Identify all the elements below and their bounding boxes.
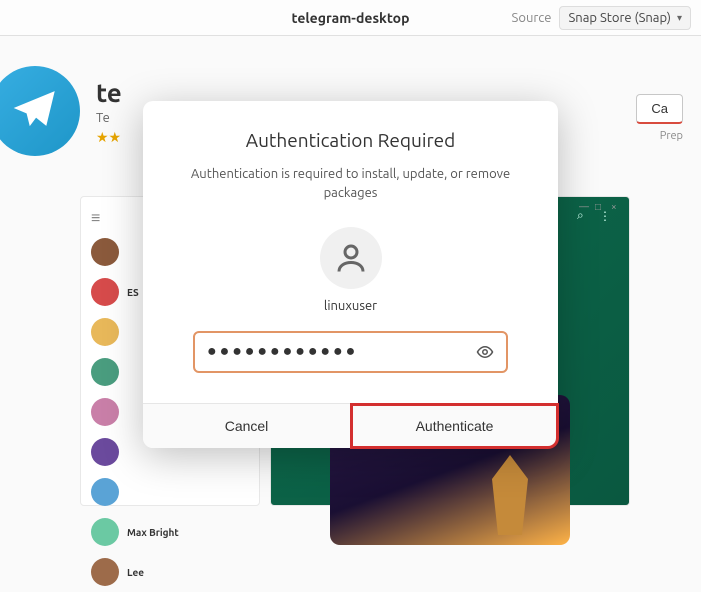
avatar	[91, 238, 119, 266]
user-icon	[333, 240, 369, 276]
avatar	[91, 438, 119, 466]
close-icon: ×	[611, 201, 621, 211]
source-dropdown[interactable]: Snap Store (Snap) ▾	[559, 6, 691, 30]
install-side-panel: Ca Prep	[636, 94, 683, 142]
topbar-right: Source Snap Store (Snap) ▾	[512, 6, 691, 30]
source-value: Snap Store (Snap)	[568, 11, 670, 25]
minimize-icon: —	[579, 201, 589, 211]
rating-stars: ★★	[96, 129, 122, 146]
show-password-icon[interactable]	[476, 343, 494, 361]
password-wrap: ●●●●●●●●●●●●	[143, 331, 558, 373]
cancel-button[interactable]: Cancel	[143, 404, 351, 448]
source-label: Source	[512, 11, 552, 25]
avatar	[91, 358, 119, 386]
auth-dialog: Authentication Required Authentication i…	[143, 101, 558, 448]
dialog-message: Authentication is required to install, u…	[143, 165, 558, 203]
avatar	[91, 318, 119, 346]
password-mask: ●●●●●●●●●●●●	[207, 343, 476, 361]
dialog-title: Authentication Required	[143, 129, 558, 151]
telegram-icon	[11, 87, 59, 135]
page-title: telegram-desktop	[292, 10, 410, 26]
password-input[interactable]: ●●●●●●●●●●●●	[193, 331, 508, 373]
avatar	[91, 558, 119, 586]
chat-name: Lee	[127, 567, 249, 578]
fox-illustration	[480, 455, 540, 535]
user-avatar	[320, 227, 382, 289]
avatar	[91, 518, 119, 546]
chevron-down-icon: ▾	[677, 12, 682, 24]
avatar	[91, 398, 119, 426]
top-bar: telegram-desktop Source Snap Store (Snap…	[0, 0, 701, 36]
user-section: linuxuser	[143, 227, 558, 313]
avatar	[91, 478, 119, 506]
avatar	[91, 278, 119, 306]
menu-icon: ≡	[91, 209, 100, 228]
username-label: linuxuser	[324, 299, 377, 313]
chat-text: Max Bright	[127, 527, 249, 538]
chat-name: Max Bright	[127, 527, 249, 538]
chat-text: Lee	[127, 567, 249, 578]
app-icon	[0, 66, 80, 156]
maximize-icon: □	[595, 201, 605, 211]
list-item: Max Bright	[89, 512, 251, 552]
app-name: te	[96, 78, 122, 107]
install-status: Prep	[636, 130, 683, 142]
authenticate-button[interactable]: Authenticate	[351, 404, 558, 448]
app-info: te Te ★★	[96, 66, 122, 146]
dialog-buttons: Cancel Authenticate	[143, 403, 558, 448]
app-publisher: Te	[96, 111, 122, 125]
window-controls: — □ ×	[579, 201, 621, 211]
list-item	[89, 472, 251, 512]
list-item: Lee	[89, 552, 251, 592]
install-cancel-button[interactable]: Ca	[636, 94, 683, 124]
